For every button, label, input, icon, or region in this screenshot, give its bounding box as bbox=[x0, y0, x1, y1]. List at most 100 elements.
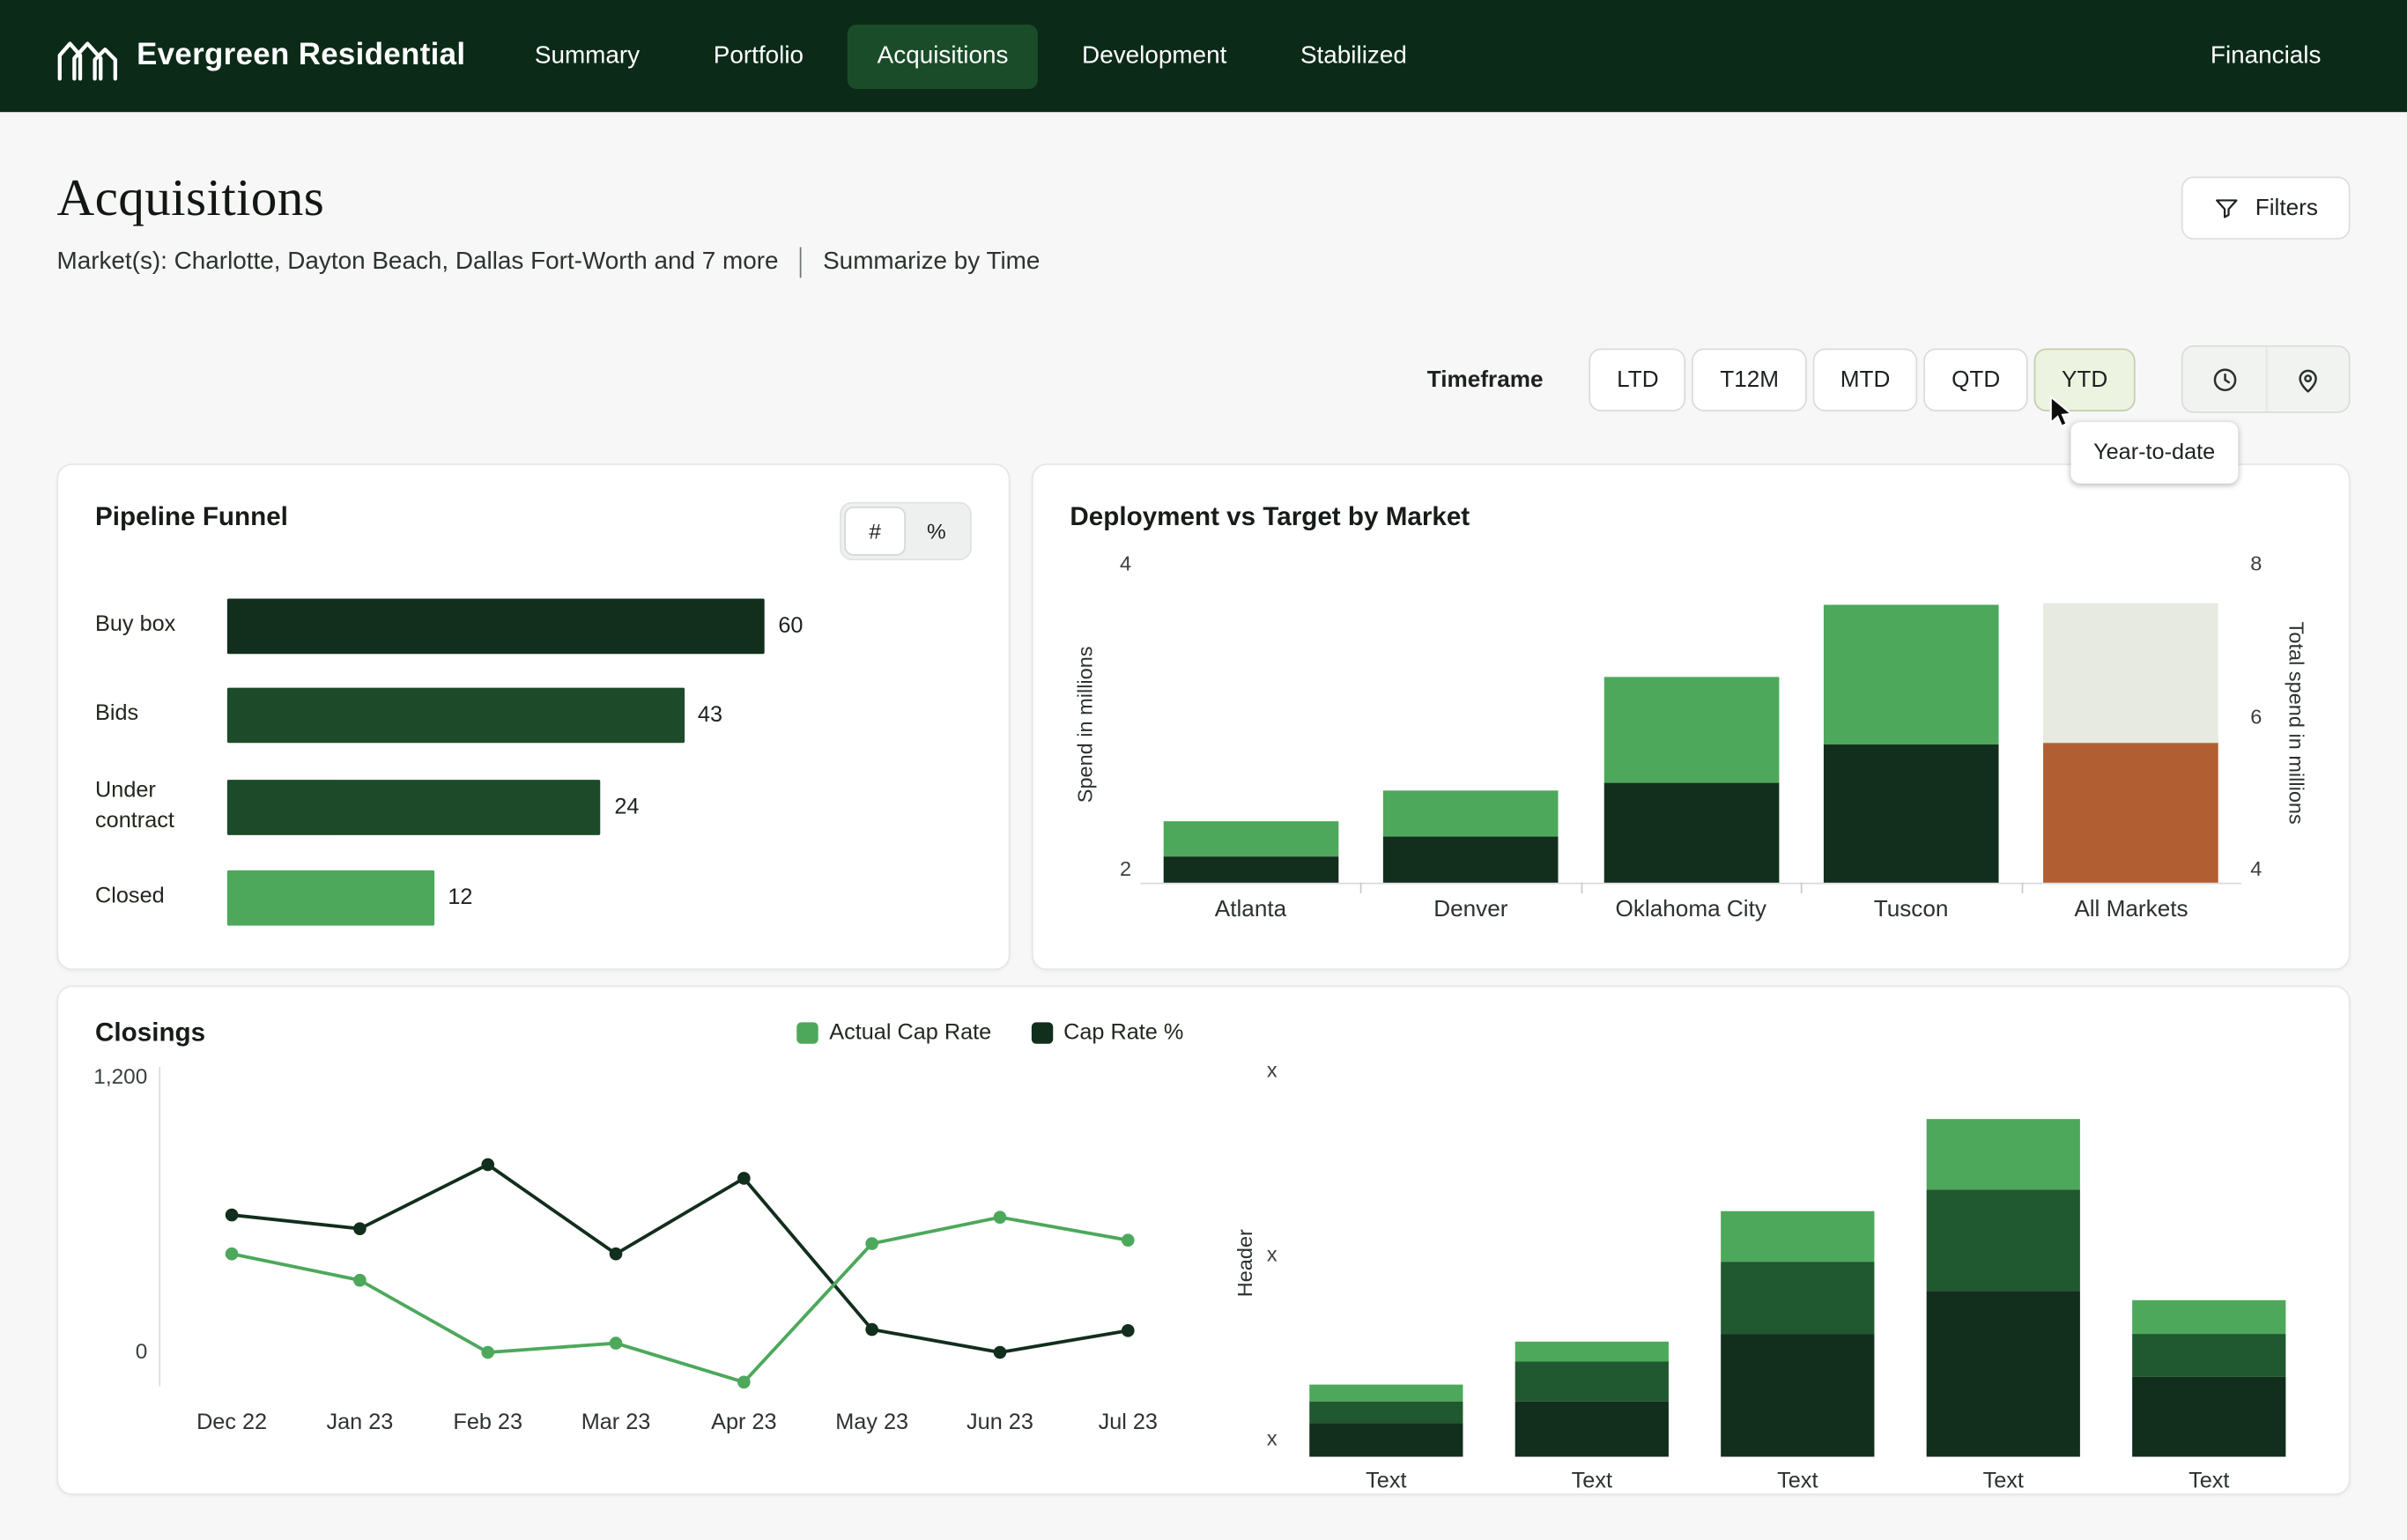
line-point-actual-cap-rate[interactable] bbox=[225, 1247, 239, 1261]
timeframe-option-t12m[interactable]: T12M bbox=[1692, 347, 1807, 411]
brand-name: Evergreen Residential bbox=[137, 38, 466, 72]
funnel-row-bids: Bids 43 bbox=[95, 687, 972, 744]
stack-segment-middle bbox=[1515, 1361, 1669, 1402]
closings-bar-chart: Header x x x Text Text Text Text Text bbox=[1231, 1058, 2312, 1493]
funnel-category-label: Buy box bbox=[95, 612, 176, 638]
deployment-slot-all-markets bbox=[2021, 603, 2241, 883]
deployment-bar-base-segment bbox=[1603, 783, 1779, 883]
line-point-actual-cap-rate[interactable] bbox=[1121, 1233, 1135, 1247]
funnel-bar-under-contract[interactable] bbox=[226, 779, 601, 835]
line-point-actual-cap-rate[interactable] bbox=[353, 1273, 367, 1287]
deployment-bar-tuscon[interactable] bbox=[1823, 604, 1999, 883]
line-point-cap-rate[interactable] bbox=[225, 1208, 239, 1222]
nav-item-stabilized[interactable]: Stabilized bbox=[1271, 24, 1436, 88]
unit-toggle-percent[interactable]: % bbox=[906, 507, 967, 556]
deployment-bar-denver[interactable] bbox=[1383, 790, 1559, 883]
pipeline-funnel-chart: Buy box 60 Bids 43 Under contract 24 Closed 12 bbox=[95, 598, 972, 926]
legend-item-cap-rate: Cap Rate % bbox=[1031, 1020, 1184, 1046]
stack-bar-5[interactable] bbox=[2132, 1300, 2286, 1457]
nav-item-acquisitions[interactable]: Acquisitions bbox=[848, 24, 1038, 89]
deployment-axis-tick bbox=[1581, 882, 1583, 894]
time-view-button[interactable] bbox=[2182, 346, 2266, 411]
line-point-cap-rate[interactable] bbox=[737, 1172, 751, 1185]
line-point-actual-cap-rate[interactable] bbox=[609, 1336, 623, 1350]
subtitle-divider bbox=[799, 247, 802, 278]
nav-item-financials[interactable]: Financials bbox=[2181, 24, 2351, 86]
deployment-category-label: Denver bbox=[1433, 896, 1508, 923]
closings-title: Closings bbox=[95, 1018, 206, 1048]
timeframe-option-ltd[interactable]: LTD bbox=[1589, 347, 1686, 411]
timeframe-option-qtd[interactable]: QTD bbox=[1923, 347, 2028, 411]
clock-icon bbox=[2212, 367, 2236, 391]
axis-tick-label: 4 bbox=[2250, 857, 2263, 881]
funnel-row-buy-box: Buy box 60 bbox=[95, 598, 972, 655]
filters-button[interactable]: Filters bbox=[2181, 176, 2351, 240]
closings-bar-x-axis: Text Text Text Text Text bbox=[1284, 1469, 2312, 1493]
deployment-right-axis-label: Total spend in millions bbox=[2285, 622, 2308, 826]
stack-bar-1[interactable] bbox=[1309, 1384, 1463, 1457]
deployment-slot-atlanta bbox=[1141, 821, 1361, 883]
deployment-axis-tick bbox=[1360, 882, 1363, 894]
stack-bar-3[interactable] bbox=[1721, 1211, 1875, 1457]
funnel-bar-buy-box[interactable] bbox=[226, 598, 765, 655]
stack-segment-top bbox=[1515, 1341, 1669, 1362]
deployment-bar-base-segment bbox=[1823, 744, 1999, 883]
timeframe-tooltip: Year-to-date bbox=[2070, 422, 2239, 484]
timeframe-option-mtd[interactable]: MTD bbox=[1812, 347, 1918, 411]
brand[interactable]: Evergreen Residential bbox=[56, 30, 465, 82]
line-chart-x-tick: Jan 23 bbox=[327, 1410, 394, 1434]
line-chart-x-tick: Jun 23 bbox=[967, 1410, 1033, 1434]
deployment-bar-base-segment bbox=[1383, 836, 1559, 883]
funnel-value-label: 60 bbox=[778, 613, 804, 639]
line-chart-x-tick: Mar 23 bbox=[581, 1410, 651, 1434]
line-point-actual-cap-rate[interactable] bbox=[481, 1345, 495, 1359]
line-point-actual-cap-rate[interactable] bbox=[865, 1237, 878, 1250]
deployment-bar-all-markets[interactable] bbox=[2043, 603, 2219, 883]
legend-label: Actual Cap Rate bbox=[829, 1020, 992, 1046]
line-point-cap-rate[interactable] bbox=[1121, 1324, 1135, 1337]
nav-item-development[interactable]: Development bbox=[1053, 24, 1255, 88]
axis-tick-label: 2 bbox=[1120, 857, 1132, 881]
line-point-cap-rate[interactable] bbox=[993, 1345, 1007, 1359]
summarize-by: Summarize by Time bbox=[823, 248, 1041, 275]
funnel-value-label: 12 bbox=[448, 885, 473, 911]
closings-bar-plot bbox=[1284, 1070, 2312, 1457]
funnel-category-label: Bids bbox=[95, 701, 139, 727]
line-point-actual-cap-rate[interactable] bbox=[737, 1375, 751, 1389]
line-chart-x-tick: May 23 bbox=[835, 1410, 908, 1434]
line-point-actual-cap-rate[interactable] bbox=[993, 1211, 1007, 1224]
line-point-cap-rate[interactable] bbox=[353, 1222, 367, 1235]
axis-tick-label: 4 bbox=[1120, 552, 1132, 575]
legend-label: Cap Rate % bbox=[1063, 1020, 1184, 1046]
page-header: Acquisitions Market(s): Charlotte, Dayto… bbox=[56, 170, 2351, 278]
nav-item-summary[interactable]: Summary bbox=[506, 24, 669, 88]
deployment-bar-atlanta[interactable] bbox=[1163, 821, 1338, 883]
stack-bar-2[interactable] bbox=[1515, 1341, 1669, 1457]
stack-bar-4[interactable] bbox=[1926, 1118, 2080, 1457]
funnel-value-label: 24 bbox=[614, 794, 640, 819]
closings-bar-y-axis-label: Header bbox=[1233, 1229, 1257, 1298]
line-point-cap-rate[interactable] bbox=[865, 1322, 878, 1336]
filters-label: Filters bbox=[2255, 195, 2318, 221]
closings-line-chart: 1,200 0 Dec 22 Jan 23 Feb 23 Mar 23 Apr 23 May … bbox=[95, 1065, 1158, 1434]
deployment-category-label: All Markets bbox=[2074, 896, 2189, 923]
unit-toggle-count[interactable]: # bbox=[844, 506, 906, 556]
charts-row-1: Pipeline Funnel #% Buy box 60 Bids 43 Under … bbox=[56, 463, 2351, 971]
map-view-button[interactable] bbox=[2265, 346, 2349, 411]
stack-segment-middle bbox=[1721, 1262, 1875, 1335]
deployment-category-label: Oklahoma City bbox=[1615, 896, 1766, 923]
funnel-bar-bids[interactable] bbox=[226, 687, 685, 744]
deployment-bar-base-segment bbox=[2043, 744, 2219, 883]
funnel-value-label: 43 bbox=[697, 702, 723, 728]
nav-item-portfolio[interactable]: Portfolio bbox=[685, 24, 833, 88]
funnel-bar-closed[interactable] bbox=[226, 870, 434, 926]
deployment-left-axis-label: Spend in millions bbox=[1073, 645, 1097, 803]
funnel-row-under-contract: Under contract 24 bbox=[95, 777, 972, 837]
closings-card: Closings Actual Cap Rate Cap Rate % 1,200… bbox=[56, 985, 2351, 1496]
stack-category-label: Text bbox=[1366, 1469, 1407, 1494]
deployment-bar-oklahoma-city[interactable] bbox=[1603, 676, 1779, 883]
line-point-cap-rate[interactable] bbox=[609, 1247, 623, 1261]
location-pin-icon bbox=[2299, 368, 2317, 392]
line-point-cap-rate[interactable] bbox=[481, 1158, 495, 1172]
deployment-bar-top-segment bbox=[1603, 676, 1779, 784]
